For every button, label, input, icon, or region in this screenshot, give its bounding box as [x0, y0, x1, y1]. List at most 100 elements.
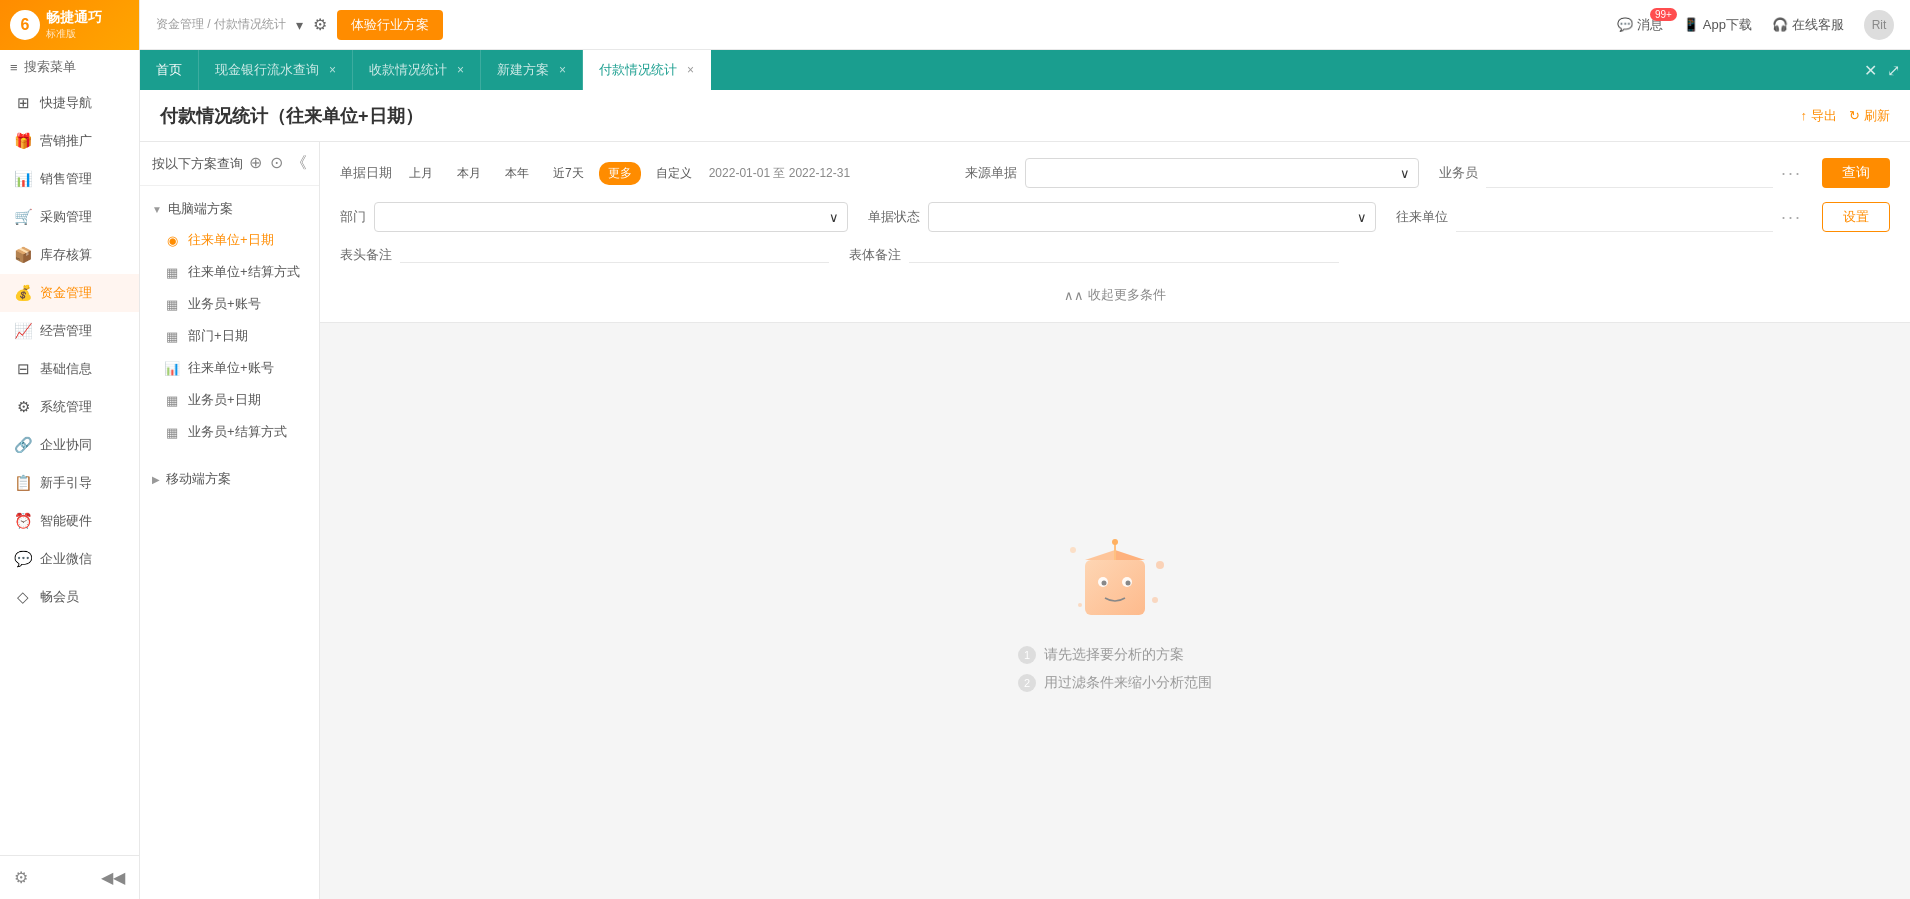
scheme-add-icon[interactable]: ⊕: [249, 153, 262, 174]
tab-new-scheme[interactable]: 新建方案 ×: [481, 50, 583, 90]
header-gear-icon[interactable]: ⚙: [313, 15, 327, 34]
sidebar-collapse-button[interactable]: ◀◀: [101, 868, 125, 887]
sidebar-item-basic-info[interactable]: ⊟ 基础信息: [0, 350, 139, 388]
sidebar-item-hardware[interactable]: ⏰ 智能硬件: [0, 502, 139, 540]
sidebar-item-guide[interactable]: 📋 新手引导: [0, 464, 139, 502]
sidebar-item-sales[interactable]: 📊 销售管理: [0, 160, 139, 198]
date-btn-7days[interactable]: 近7天: [544, 162, 593, 185]
sales-icon: 📊: [14, 170, 32, 188]
tab-close-new-scheme[interactable]: ×: [559, 63, 566, 77]
sidebar-item-operations[interactable]: 📈 经营管理: [0, 312, 139, 350]
tab-bank-flow[interactable]: 现金银行流水查询 ×: [199, 50, 353, 90]
scheme-item-salesman-account[interactable]: ▦ 业务员+账号: [140, 288, 319, 320]
collapse-button[interactable]: ∧∧ 收起更多条件: [340, 278, 1890, 312]
content-area: 付款情况统计（往来单位+日期） ↑ 导出 ↻ 刷新 按以下方案查询 ⊕: [140, 90, 1910, 899]
sidebar-logo: 6 畅捷通巧 标准版: [0, 0, 139, 50]
query-button[interactable]: 查询: [1822, 158, 1890, 188]
partner-input[interactable]: [1456, 202, 1773, 232]
sidebar-item-inventory[interactable]: 📦 库存核算: [0, 236, 139, 274]
sidebar-item-enterprise[interactable]: 🔗 企业协同: [0, 426, 139, 464]
empty-step-1: 1 请先选择要分析的方案: [1018, 646, 1212, 664]
tab-close-payment-stats[interactable]: ×: [687, 63, 694, 77]
app-download-button[interactable]: 📱 App下载: [1683, 16, 1752, 34]
sidebar-item-marketing[interactable]: 🎁 营销推广: [0, 122, 139, 160]
salesman-dots-button[interactable]: ···: [1781, 163, 1802, 184]
remark-body-label: 表体备注: [849, 246, 901, 264]
tab-fullscreen-button[interactable]: ⤢: [1887, 61, 1900, 80]
refresh-button[interactable]: ↻ 刷新: [1849, 107, 1890, 125]
scheme-collapse-button[interactable]: 《: [291, 153, 307, 174]
scheme-item-icon-unit-date: ◉: [164, 232, 180, 248]
empty-step-2: 2 用过滤条件来缩小分析范围: [1018, 674, 1212, 692]
tab-close-all-button[interactable]: ✕: [1864, 61, 1877, 80]
source-label: 来源单据: [965, 164, 1017, 182]
date-btn-custom[interactable]: 自定义: [647, 162, 701, 185]
search-menu[interactable]: ≡ 搜索菜单: [0, 50, 139, 84]
tab-home[interactable]: 首页: [140, 50, 199, 90]
scheme-settings-icon[interactable]: ⊙: [270, 153, 283, 174]
scheme-actions: ⊕ ⊙ 《: [249, 153, 307, 174]
avatar[interactable]: Rit: [1864, 10, 1894, 40]
scheme-item-icon-unit-settlement: ▦: [164, 264, 180, 280]
collapse-icon: ∧∧: [1064, 288, 1084, 303]
tab-close-bank-flow[interactable]: ×: [329, 63, 336, 77]
operations-icon: 📈: [14, 322, 32, 340]
filter-docstatus-field: 单据状态 ∨: [868, 202, 1376, 232]
guide-icon: 📋: [14, 474, 32, 492]
headset-icon: 🎧: [1772, 17, 1788, 32]
sidebar-item-purchase[interactable]: 🛒 采购管理: [0, 198, 139, 236]
service-button[interactable]: 🎧 在线客服: [1772, 16, 1844, 34]
sidebar-item-weixin[interactable]: 💬 企业微信: [0, 540, 139, 578]
scheme-panel: 按以下方案查询 ⊕ ⊙ 《 ▼ 电脑端方案 ◉ 往来单位+日期: [140, 142, 320, 899]
step-1-num: 1: [1018, 646, 1036, 664]
dept-select[interactable]: ∨: [374, 202, 848, 232]
date-btn-more[interactable]: 更多: [599, 162, 641, 185]
message-button[interactable]: 💬 消息 99+: [1617, 16, 1663, 34]
tab-payment-stats[interactable]: 付款情况统计 ×: [583, 50, 711, 90]
scheme-group-desktop-title[interactable]: ▼ 电脑端方案: [140, 194, 319, 224]
export-button[interactable]: ↑ 导出: [1801, 107, 1838, 125]
sidebar-item-quick-nav[interactable]: ⊞ 快捷导航: [0, 84, 139, 122]
sidebar-item-member[interactable]: ◇ 畅会员: [0, 578, 139, 616]
header-dropdown-icon[interactable]: ▾: [296, 17, 303, 33]
partner-input-wrap: [1456, 202, 1773, 232]
scheme-item-salesman-date[interactable]: ▦ 业务员+日期: [140, 384, 319, 416]
sidebar-item-system[interactable]: ⚙ 系统管理: [0, 388, 139, 426]
page-actions: ↑ 导出 ↻ 刷新: [1801, 107, 1891, 125]
dept-dropdown-icon: ∨: [829, 210, 839, 225]
chevron-right-icon: ▶: [152, 474, 160, 485]
salesman-input-wrap: [1486, 158, 1773, 188]
app-edition: 标准版: [46, 27, 102, 41]
svg-point-5: [1102, 581, 1107, 586]
scheme-item-unit-account[interactable]: 📊 往来单位+账号: [140, 352, 319, 384]
scheme-group-mobile-title[interactable]: ▶ 移动端方案: [140, 464, 319, 494]
scheme-item-unit-date[interactable]: ◉ 往来单位+日期: [140, 224, 319, 256]
doc-status-select[interactable]: ∨: [928, 202, 1376, 232]
date-btn-this-year[interactable]: 本年: [496, 162, 538, 185]
empty-text-list: 1 请先选择要分析的方案 2 用过滤条件来缩小分析范围: [1018, 646, 1212, 692]
scheme-item-salesman-settlement[interactable]: ▦ 业务员+结算方式: [140, 416, 319, 448]
footer-settings-button[interactable]: ⚙: [14, 868, 28, 887]
date-btn-last-month[interactable]: 上月: [400, 162, 442, 185]
basic-info-icon: ⊟: [14, 360, 32, 378]
remark-body-input[interactable]: [909, 262, 1338, 263]
filter-salesman-field: 业务员 ···: [1439, 158, 1802, 188]
sidebar-item-finance[interactable]: 💰 资金管理: [0, 274, 139, 312]
purchase-icon: 🛒: [14, 208, 32, 226]
partner-dots-button[interactable]: ···: [1781, 207, 1802, 228]
remark-header-label: 表头备注: [340, 246, 392, 264]
tab-collection[interactable]: 收款情况统计 ×: [353, 50, 481, 90]
filter-source-field: 来源单据 ∨: [965, 158, 1419, 188]
remark-header-input[interactable]: [400, 262, 829, 263]
trial-button[interactable]: 体验行业方案: [337, 10, 443, 40]
scheme-item-dept-date[interactable]: ▦ 部门+日期: [140, 320, 319, 352]
source-select[interactable]: ∨: [1025, 158, 1419, 188]
scheme-item-unit-settlement[interactable]: ▦ 往来单位+结算方式: [140, 256, 319, 288]
tab-close-collection[interactable]: ×: [457, 63, 464, 77]
salesman-input[interactable]: [1486, 158, 1773, 188]
tab-controls: ✕ ⤢: [1854, 50, 1910, 90]
settings-button[interactable]: 设置: [1822, 202, 1890, 232]
date-btn-this-month[interactable]: 本月: [448, 162, 490, 185]
result-area: 1 请先选择要分析的方案 2 用过滤条件来缩小分析范围: [320, 323, 1910, 899]
app-name: 畅捷通巧: [46, 9, 102, 27]
